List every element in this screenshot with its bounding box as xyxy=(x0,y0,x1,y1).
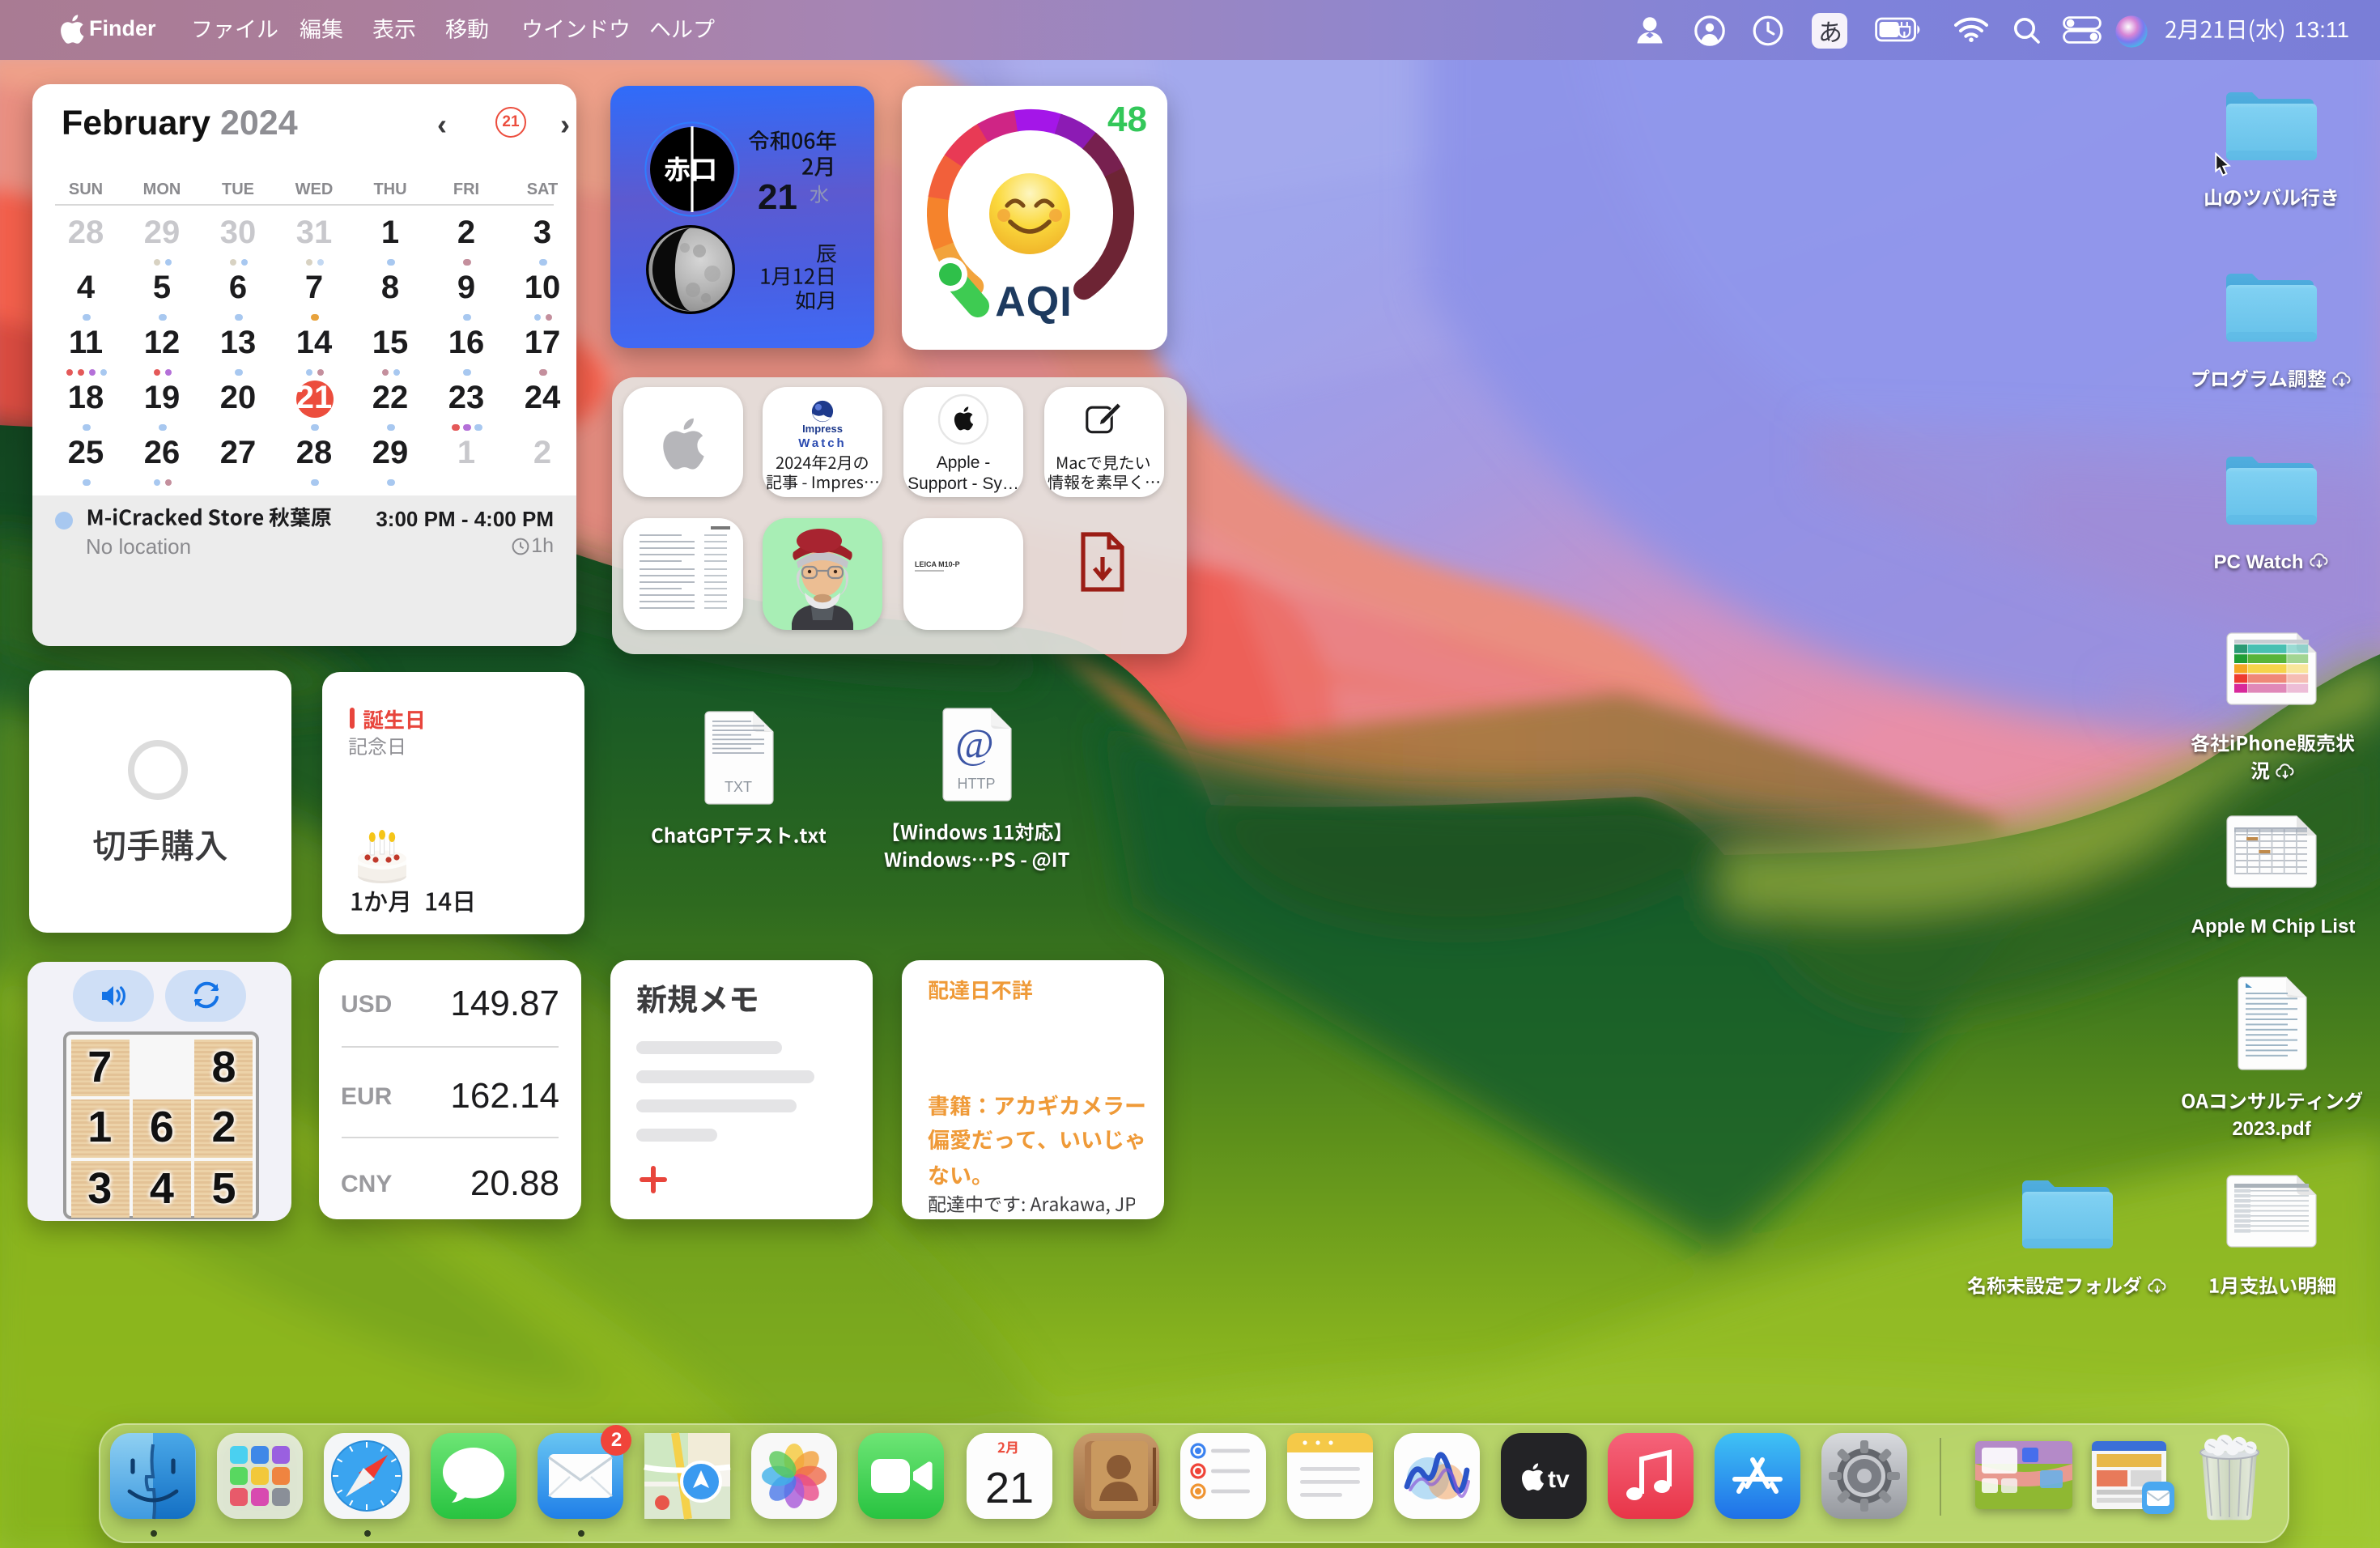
svg-text:21: 21 xyxy=(984,1464,1033,1512)
svg-text:HTTP: HTTP xyxy=(958,776,996,792)
svg-text:TXT: TXT xyxy=(724,778,751,794)
svg-text:tv: tv xyxy=(1548,1466,1570,1493)
svg-text:@: @ xyxy=(955,721,994,768)
